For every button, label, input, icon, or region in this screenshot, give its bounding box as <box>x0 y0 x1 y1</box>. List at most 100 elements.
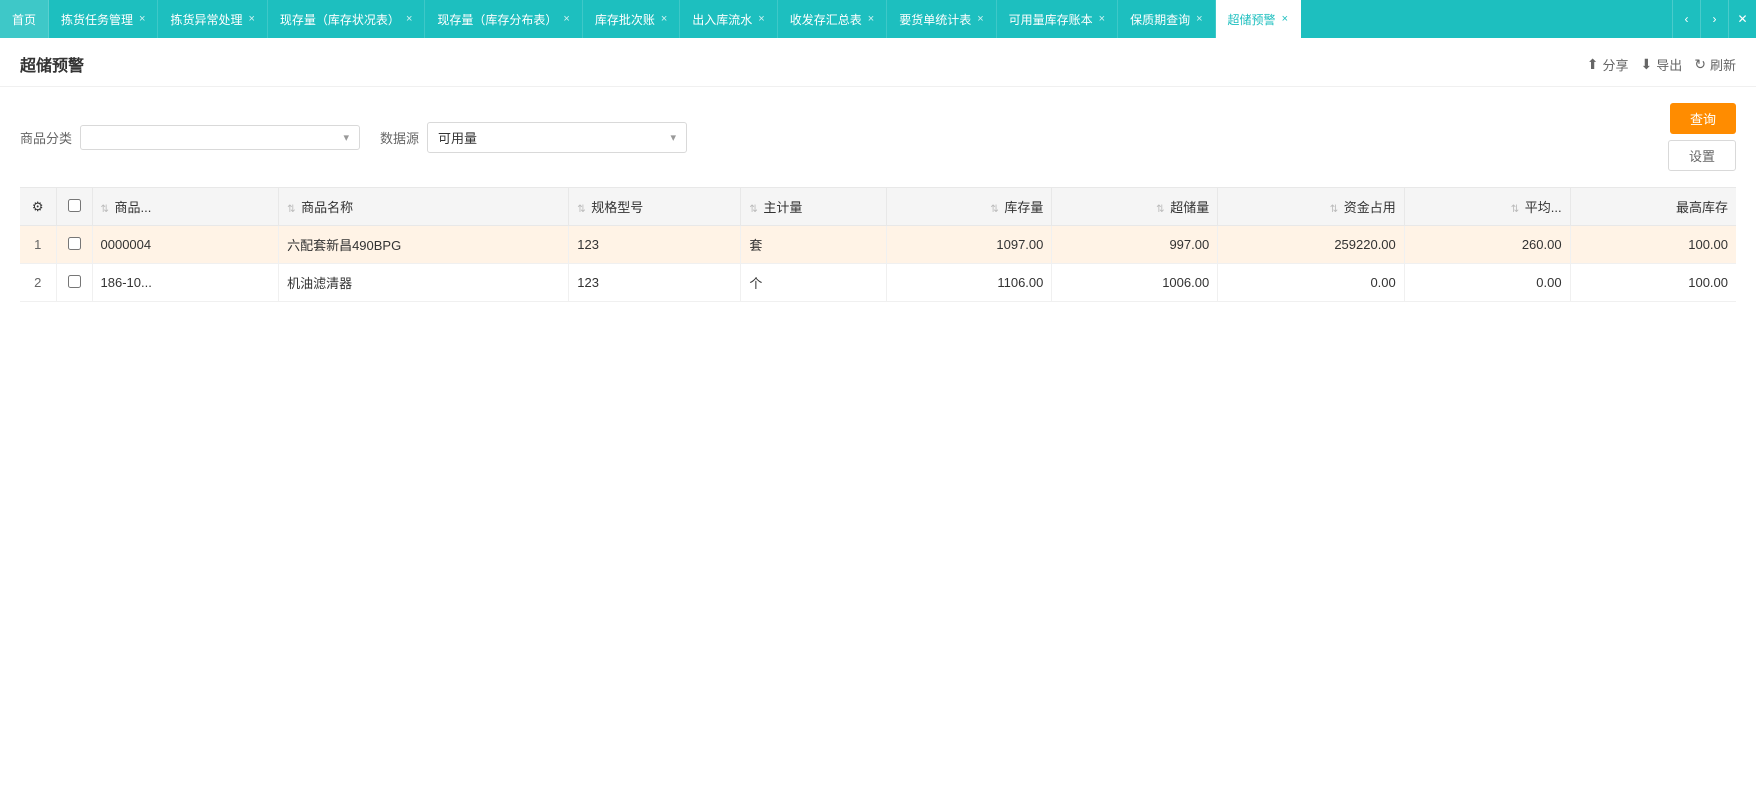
share-button[interactable]: ⬆ 分享 <box>1587 55 1629 74</box>
query-button[interactable]: 查询 <box>1670 103 1736 134</box>
nav-item-stock-status[interactable]: 现存量（库存状况表） × <box>268 0 425 38</box>
close-task-mgmt[interactable]: × <box>139 13 145 25</box>
th-unit[interactable]: ⇅ 主计量 <box>741 188 886 226</box>
nav-item-home[interactable]: 首页 <box>0 0 49 38</box>
close-batch[interactable]: × <box>661 13 667 25</box>
close-available[interactable]: × <box>1099 13 1105 25</box>
page-title: 超储预警 <box>20 52 84 76</box>
row-1-product-name: 六配套新昌490BPG <box>279 226 569 264</box>
top-navigation: 首页 拣货任务管理 × 拣货异常处理 × 现存量（库存状况表） × 现存量（库存… <box>0 0 1756 38</box>
row-2-over-stock: 1006.00 <box>1052 264 1218 302</box>
nav-item-task-mgmt[interactable]: 拣货任务管理 × <box>49 0 158 38</box>
filter-buttons: 查询 设置 <box>1668 103 1736 171</box>
row-2-product-name: 机油滤清器 <box>279 264 569 302</box>
close-flow[interactable]: × <box>758 13 764 25</box>
category-select[interactable]: ▾ <box>80 125 360 150</box>
sort-product-code-icon: ⇅ <box>101 204 109 215</box>
datasource-label: 数据源 <box>380 128 419 147</box>
nav-item-quality[interactable]: 保质期查询 × <box>1118 0 1215 38</box>
nav-item-order-stats[interactable]: 要货单统计表 × <box>887 0 996 38</box>
data-table: ⚙ ⇅ 商品... ⇅ 商品名称 ⇅ 规格型号 <box>20 187 1736 302</box>
nav-arrows: ‹ › ✕ <box>1672 0 1756 38</box>
th-product-code[interactable]: ⇅ 商品... <box>92 188 279 226</box>
th-max-stock: 最高库存 <box>1570 188 1736 226</box>
gear-icon: ⚙ <box>32 199 44 214</box>
datasource-select-text: 可用量 <box>438 128 477 147</box>
nav-item-available[interactable]: 可用量库存账本 × <box>997 0 1118 38</box>
page-container: 超储预警 ⬆ 分享 ⬇ 导出 ↻ 刷新 商品分类 ▾ 数据源 <box>0 38 1756 800</box>
row-1-capital: 259220.00 <box>1218 226 1405 264</box>
th-checkbox[interactable] <box>56 188 92 226</box>
row-2-spec: 123 <box>569 264 741 302</box>
sort-product-name-icon: ⇅ <box>287 204 295 215</box>
row-2-capital: 0.00 <box>1218 264 1405 302</box>
close-stock-status[interactable]: × <box>406 13 412 25</box>
row-2-stock: 1106.00 <box>886 264 1052 302</box>
datasource-select[interactable]: 可用量 ▾ <box>427 122 687 153</box>
select-all-checkbox[interactable] <box>68 199 81 212</box>
category-dropdown-arrow: ▾ <box>343 131 349 144</box>
nav-arrow-left[interactable]: ‹ <box>1672 0 1700 38</box>
sort-over-icon: ⇅ <box>1156 204 1164 215</box>
share-icon: ⬆ <box>1587 56 1599 73</box>
row-num-2: 2 <box>20 264 56 302</box>
th-product-name[interactable]: ⇅ 商品名称 <box>279 188 569 226</box>
category-label: 商品分类 <box>20 128 72 147</box>
header-actions: ⬆ 分享 ⬇ 导出 ↻ 刷新 <box>1587 55 1736 74</box>
sort-spec-icon: ⇅ <box>577 204 585 215</box>
row-num-1: 1 <box>20 226 56 264</box>
sort-unit-icon: ⇅ <box>749 204 757 215</box>
row-1-product-code: 0000004 <box>92 226 279 264</box>
row-2-unit: 个 <box>741 264 886 302</box>
export-button[interactable]: ⬇ 导出 <box>1641 55 1683 74</box>
table-row: 1 0000004 六配套新昌490BPG 123 套 1097.00 997.… <box>20 226 1736 264</box>
row-2-avg: 0.00 <box>1404 264 1570 302</box>
datasource-filter: 数据源 可用量 ▾ <box>380 122 687 153</box>
sort-stock-icon: ⇅ <box>990 204 998 215</box>
close-stock-dist[interactable]: × <box>563 13 569 25</box>
nav-item-exception[interactable]: 拣货异常处理 × <box>158 0 267 38</box>
nav-item-batch[interactable]: 库存批次账 × <box>583 0 680 38</box>
nav-item-summary[interactable]: 收发存汇总表 × <box>778 0 887 38</box>
nav-arrow-right[interactable]: › <box>1700 0 1728 38</box>
table-container: ⚙ ⇅ 商品... ⇅ 商品名称 ⇅ 规格型号 <box>0 187 1756 302</box>
close-exception[interactable]: × <box>248 13 254 25</box>
row-1-checkbox[interactable] <box>68 237 81 250</box>
nav-arrow-close[interactable]: ✕ <box>1728 0 1756 38</box>
nav-item-stock-dist[interactable]: 现存量（库存分布表） × <box>425 0 582 38</box>
row-2-checkbox[interactable] <box>68 275 81 288</box>
row-1-max-stock: 100.00 <box>1570 226 1736 264</box>
th-over-stock[interactable]: ⇅ 超储量 <box>1052 188 1218 226</box>
th-stock[interactable]: ⇅ 库存量 <box>886 188 1052 226</box>
row-1-avg: 260.00 <box>1404 226 1570 264</box>
row-2-max-stock: 100.00 <box>1570 264 1736 302</box>
close-overstock[interactable]: × <box>1282 13 1288 25</box>
table-header-row: ⚙ ⇅ 商品... ⇅ 商品名称 ⇅ 规格型号 <box>20 188 1736 226</box>
nav-item-flow[interactable]: 出入库流水 × <box>680 0 777 38</box>
filter-area: 商品分类 ▾ 数据源 可用量 ▾ 查询 设置 <box>0 87 1756 187</box>
th-capital[interactable]: ⇅ 资金占用 <box>1218 188 1405 226</box>
refresh-button[interactable]: ↻ 刷新 <box>1694 55 1736 74</box>
row-checkbox-2[interactable] <box>56 264 92 302</box>
row-1-unit: 套 <box>741 226 886 264</box>
nav-item-overstock[interactable]: 超储预警 × <box>1216 0 1301 38</box>
page-header: 超储预警 ⬆ 分享 ⬇ 导出 ↻ 刷新 <box>0 38 1756 87</box>
row-checkbox-1[interactable] <box>56 226 92 264</box>
export-icon: ⬇ <box>1641 56 1653 73</box>
sort-capital-icon: ⇅ <box>1330 204 1338 215</box>
table-row: 2 186-10... 机油滤清器 123 个 1106.00 1006.00 … <box>20 264 1736 302</box>
th-spec[interactable]: ⇅ 规格型号 <box>569 188 741 226</box>
th-gear[interactable]: ⚙ <box>20 188 56 226</box>
close-quality[interactable]: × <box>1196 13 1202 25</box>
sort-avg-icon: ⇅ <box>1511 204 1519 215</box>
close-summary[interactable]: × <box>868 13 874 25</box>
close-order-stats[interactable]: × <box>977 13 983 25</box>
row-1-spec: 123 <box>569 226 741 264</box>
settings-button[interactable]: 设置 <box>1668 140 1736 171</box>
row-2-product-code: 186-10... <box>92 264 279 302</box>
row-1-over-stock: 997.00 <box>1052 226 1218 264</box>
datasource-dropdown-arrow: ▾ <box>671 131 677 144</box>
category-filter: 商品分类 ▾ <box>20 125 360 150</box>
refresh-icon: ↻ <box>1694 56 1706 73</box>
th-avg[interactable]: ⇅ 平均... <box>1404 188 1570 226</box>
